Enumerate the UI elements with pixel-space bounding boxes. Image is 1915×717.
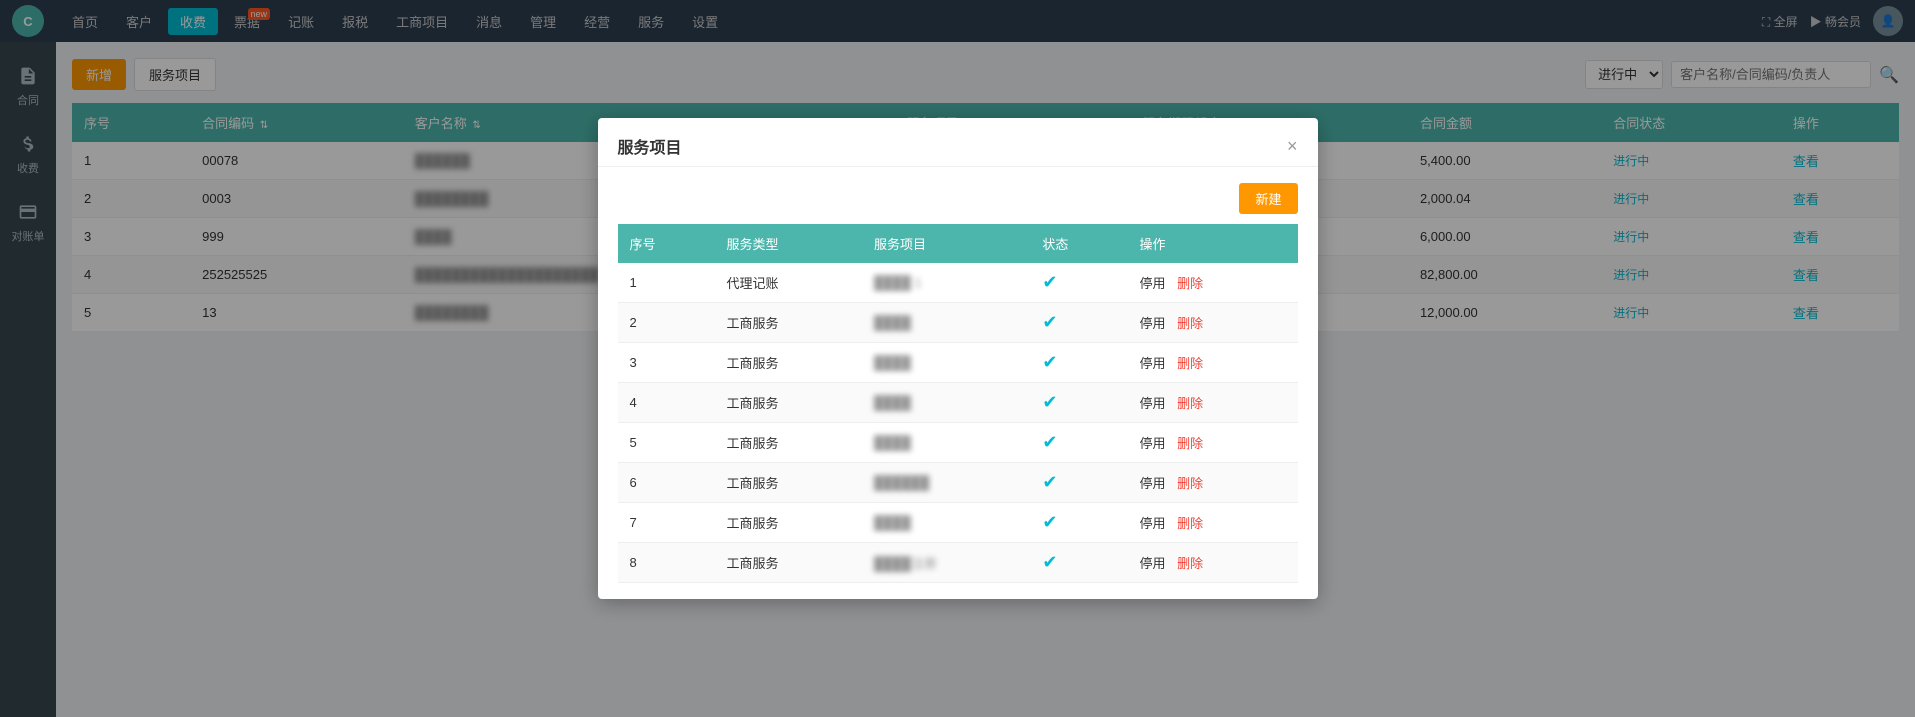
stop-button[interactable]: 停用 [1139, 436, 1165, 451]
modal-cell-seq: 7 [618, 503, 715, 543]
modal-cell-item: ████ [862, 343, 1030, 383]
modal-overlay[interactable]: 服务项目 × 新建 序号 服务类型 服务项目 状态 操作 1 [0, 0, 1915, 717]
stop-button[interactable]: 停用 [1139, 396, 1165, 411]
delete-button[interactable]: 删除 [1177, 396, 1203, 411]
modal-cell-action[interactable]: 停用 删除 [1127, 503, 1297, 543]
modal-cell-status: ✔ [1030, 263, 1127, 303]
service-items-table: 序号 服务类型 服务项目 状态 操作 1 代理记账 ████ 1 ✔ 停用 删除… [618, 224, 1298, 583]
modal-col-seq: 序号 [618, 224, 715, 263]
modal-new-button[interactable]: 新建 [1239, 183, 1297, 214]
modal-cell-item: ████ [862, 383, 1030, 423]
modal-toolbar: 新建 [618, 183, 1298, 214]
modal-cell-item: ████ [862, 423, 1030, 463]
modal-cell-action[interactable]: 停用 删除 [1127, 343, 1297, 383]
modal-cell-action[interactable]: 停用 删除 [1127, 263, 1297, 303]
modal-cell-type: 工商服务 [715, 543, 862, 583]
stop-button[interactable]: 停用 [1139, 316, 1165, 331]
modal-cell-status: ✔ [1030, 543, 1127, 583]
modal-title: 服务项目 [618, 134, 682, 158]
modal-cell-seq: 2 [618, 303, 715, 343]
modal-table-row: 4 工商服务 ████ ✔ 停用 删除 [618, 383, 1298, 423]
modal-table-row: 6 工商服务 ██████ ✔ 停用 删除 [618, 463, 1298, 503]
modal-table-row: 1 代理记账 ████ 1 ✔ 停用 删除 [618, 263, 1298, 303]
modal-cell-action[interactable]: 停用 删除 [1127, 303, 1297, 343]
modal-cell-item: ████ 1 [862, 263, 1030, 303]
modal-cell-status: ✔ [1030, 423, 1127, 463]
delete-button[interactable]: 删除 [1177, 436, 1203, 451]
modal-cell-status: ✔ [1030, 463, 1127, 503]
modal-close-button[interactable]: × [1287, 137, 1298, 155]
modal-header: 服务项目 × [598, 118, 1318, 167]
modal-table-row: 3 工商服务 ████ ✔ 停用 删除 [618, 343, 1298, 383]
modal-cell-action[interactable]: 停用 删除 [1127, 543, 1297, 583]
modal-cell-item: ████ [862, 303, 1030, 343]
delete-button[interactable]: 删除 [1177, 276, 1203, 291]
delete-button[interactable]: 删除 [1177, 476, 1203, 491]
delete-button[interactable]: 删除 [1177, 316, 1203, 331]
modal-table-row: 2 工商服务 ████ ✔ 停用 删除 [618, 303, 1298, 343]
modal-cell-seq: 8 [618, 543, 715, 583]
modal-cell-type: 工商服务 [715, 463, 862, 503]
modal-cell-type: 工商服务 [715, 423, 862, 463]
modal-col-status: 状态 [1030, 224, 1127, 263]
modal-cell-seq: 4 [618, 383, 715, 423]
modal-cell-seq: 3 [618, 343, 715, 383]
modal-cell-status: ✔ [1030, 503, 1127, 543]
modal-cell-type: 工商服务 [715, 303, 862, 343]
modal-table-row: 8 工商服务 ████注册 ✔ 停用 删除 [618, 543, 1298, 583]
delete-button[interactable]: 删除 [1177, 516, 1203, 531]
stop-button[interactable]: 停用 [1139, 556, 1165, 571]
modal-table-row: 5 工商服务 ████ ✔ 停用 删除 [618, 423, 1298, 463]
modal-cell-seq: 5 [618, 423, 715, 463]
modal-cell-type: 代理记账 [715, 263, 862, 303]
modal-cell-action[interactable]: 停用 删除 [1127, 383, 1297, 423]
delete-button[interactable]: 删除 [1177, 556, 1203, 571]
modal-body: 新建 序号 服务类型 服务项目 状态 操作 1 代理记账 ████ 1 ✔ [598, 167, 1318, 599]
modal-cell-action[interactable]: 停用 删除 [1127, 463, 1297, 503]
modal-cell-status: ✔ [1030, 343, 1127, 383]
modal-cell-type: 工商服务 [715, 343, 862, 383]
modal-cell-seq: 6 [618, 463, 715, 503]
modal-cell-item: ████注册 [862, 543, 1030, 583]
stop-button[interactable]: 停用 [1139, 356, 1165, 371]
stop-button[interactable]: 停用 [1139, 516, 1165, 531]
service-items-modal: 服务项目 × 新建 序号 服务类型 服务项目 状态 操作 1 [598, 118, 1318, 599]
modal-cell-seq: 1 [618, 263, 715, 303]
delete-button[interactable]: 删除 [1177, 356, 1203, 371]
modal-cell-type: 工商服务 [715, 503, 862, 543]
modal-cell-item: ████ [862, 503, 1030, 543]
modal-cell-status: ✔ [1030, 303, 1127, 343]
modal-col-action: 操作 [1127, 224, 1297, 263]
modal-col-type: 服务类型 [715, 224, 862, 263]
stop-button[interactable]: 停用 [1139, 276, 1165, 291]
modal-cell-status: ✔ [1030, 383, 1127, 423]
modal-cell-type: 工商服务 [715, 383, 862, 423]
modal-col-item: 服务项目 [862, 224, 1030, 263]
modal-table-row: 7 工商服务 ████ ✔ 停用 删除 [618, 503, 1298, 543]
modal-cell-action[interactable]: 停用 删除 [1127, 423, 1297, 463]
stop-button[interactable]: 停用 [1139, 476, 1165, 491]
modal-cell-item: ██████ [862, 463, 1030, 503]
